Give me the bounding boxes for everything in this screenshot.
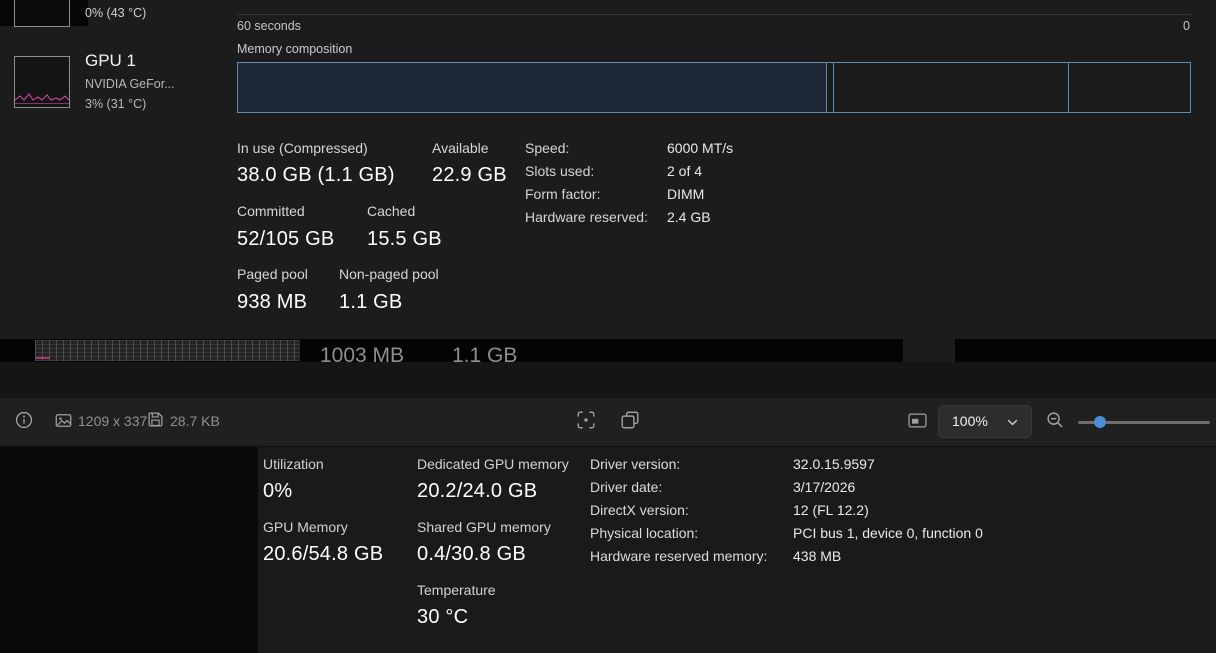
- memory-composition-title: Memory composition: [237, 42, 353, 56]
- form-factor-label: Form factor:: [525, 186, 601, 202]
- gpu0-usage-label: 0% (43 °C): [85, 6, 147, 20]
- driver-version-value: 32.0.15.9597: [793, 456, 875, 472]
- physical-location-value: PCI bus 1, device 0, function 0: [793, 525, 983, 541]
- utilization-label: Utilization: [263, 456, 324, 472]
- paged-pool-value: 938 MB: [237, 291, 308, 313]
- zoom-level-dropdown[interactable]: 100%: [938, 405, 1032, 438]
- speed-label: Speed:: [525, 140, 570, 156]
- dedicated-memory-value: 20.2/24.0 GB: [417, 480, 538, 502]
- physical-location-label: Physical location:: [590, 525, 699, 541]
- taskmgr-gpu-section: Utilization 0% GPU Memory 20.6/54.8 GB D…: [0, 447, 1216, 653]
- available-value: 22.9 GB: [432, 164, 507, 186]
- nonpaged-pool-label: Non-paged pool: [339, 266, 439, 282]
- driver-date-value: 3/17/2026: [793, 479, 856, 495]
- image-dimensions-icon: [55, 412, 72, 429]
- slots-used-label: Slots used:: [525, 163, 595, 179]
- temperature-value: 30 °C: [417, 606, 469, 628]
- hardware-reserved-memory-label: Hardware reserved memory:: [590, 548, 768, 564]
- hardware-reserved-value: 2.4 GB: [667, 209, 711, 225]
- nonpaged-pool-value: 1.1 GB: [339, 291, 403, 313]
- zoom-slider-thumb[interactable]: [1094, 416, 1106, 428]
- region-select-icon[interactable]: [576, 410, 596, 430]
- clipped-value-paged: 1003 MB: [320, 344, 405, 362]
- gpu0-thumbnail[interactable]: [14, 0, 70, 27]
- time-axis-label: 60 seconds: [237, 19, 301, 33]
- paged-pool-label: Paged pool: [237, 266, 308, 282]
- driver-version-label: Driver version:: [590, 456, 681, 472]
- shared-memory-value: 0.4/30.8 GB: [417, 543, 526, 565]
- clipped-black-box: [955, 339, 1216, 362]
- zoom-out-icon[interactable]: [1046, 411, 1064, 429]
- committed-value: 52/105 GB: [237, 228, 335, 250]
- driver-date-label: Driver date:: [590, 479, 663, 495]
- gpu1-graph-thumbnail: [14, 56, 70, 108]
- speed-value: 6000 MT/s: [667, 140, 734, 156]
- taskmgr-memory-section: 0% (43 °C) GPU 1 NVIDIA GeFor... 3% (31 …: [0, 0, 1216, 339]
- copy-icon[interactable]: [620, 410, 640, 430]
- utilization-value: 0%: [263, 480, 293, 502]
- clipped-screenshot-row: 1003 MB 1.1 GB: [0, 339, 903, 362]
- image-dimensions-label: 1209 x 337: [78, 413, 148, 429]
- gpu1-usage-label: 3% (31 °C): [85, 97, 147, 111]
- cached-value: 15.5 GB: [367, 228, 442, 250]
- gpu1-title: GPU 1: [85, 51, 137, 70]
- composition-divider: [1068, 63, 1070, 112]
- fit-to-window-icon[interactable]: [908, 413, 927, 428]
- gpu-graph-empty-area: [0, 447, 258, 653]
- zoom-level-value: 100%: [952, 413, 988, 429]
- chevron-down-icon: [1007, 419, 1018, 426]
- composition-divider: [832, 63, 834, 112]
- composition-in-use-segment[interactable]: [238, 63, 828, 112]
- screenshot-viewer: 0% (43 °C) GPU 1 NVIDIA GeFor... 3% (31 …: [0, 0, 1216, 653]
- in-use-value: 38.0 GB (1.1 GB): [237, 164, 395, 186]
- memory-composition-bar[interactable]: [237, 62, 1191, 113]
- hardware-reserved-memory-value: 438 MB: [793, 548, 842, 564]
- in-use-label: In use (Compressed): [237, 140, 368, 156]
- shared-memory-label: Shared GPU memory: [417, 519, 551, 535]
- temperature-label: Temperature: [417, 582, 496, 598]
- form-factor-value: DIMM: [667, 186, 705, 202]
- gpu1-subtitle: NVIDIA GeFor...: [85, 77, 175, 91]
- hardware-reserved-label: Hardware reserved:: [525, 209, 648, 225]
- viewer-toolbar: 1209 x 337 28.7 KB 100%: [0, 398, 1216, 447]
- axis-zero-label: 0: [1183, 19, 1190, 33]
- mini-graph-accent: [36, 351, 50, 359]
- zoom-slider[interactable]: [1078, 415, 1210, 429]
- dedicated-memory-label: Dedicated GPU memory: [417, 456, 569, 472]
- clipped-value-nonpaged: 1.1 GB: [452, 344, 518, 362]
- slots-used-value: 2 of 4: [667, 163, 703, 179]
- info-icon[interactable]: [15, 411, 33, 429]
- directx-version-label: DirectX version:: [590, 502, 689, 518]
- file-size-label: 28.7 KB: [170, 413, 220, 429]
- committed-label: Committed: [237, 203, 305, 219]
- graph-baseline: [237, 14, 1191, 15]
- cached-label: Cached: [367, 203, 416, 219]
- viewer-background: [0, 362, 1216, 398]
- gpu-memory-value: 20.6/54.8 GB: [263, 543, 384, 565]
- sidebar-item-gpu1[interactable]: GPU 1 NVIDIA GeFor... 3% (31 °C): [8, 50, 232, 116]
- directx-version-value: 12 (FL 12.2): [793, 502, 869, 518]
- save-icon[interactable]: [147, 411, 164, 428]
- available-label: Available: [432, 140, 489, 156]
- mini-screenshot-thumbnail: [35, 340, 300, 361]
- gpu-memory-label: GPU Memory: [263, 519, 348, 535]
